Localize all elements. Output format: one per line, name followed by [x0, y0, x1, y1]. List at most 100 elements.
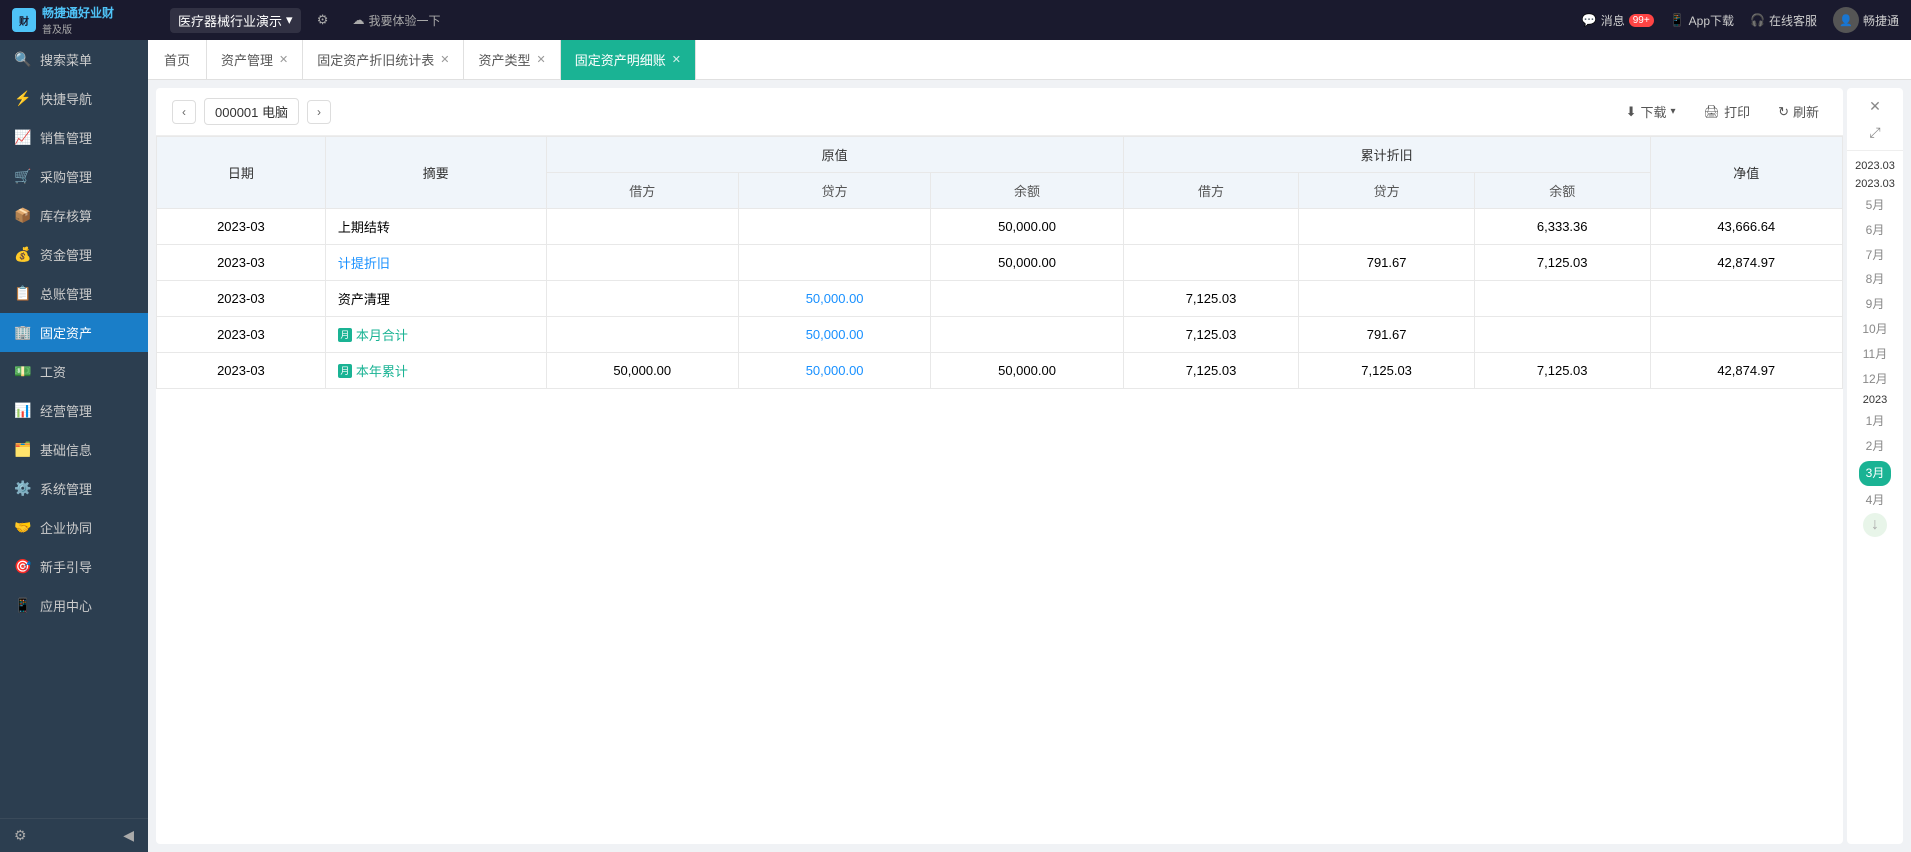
cell-summary: 月本年累计 — [325, 353, 546, 389]
cell-lj-credit: 791.67 — [1299, 317, 1475, 353]
refresh-button[interactable]: ↻ 刷新 — [1770, 98, 1827, 125]
page-content: ‹ 000001 电脑 › ⬇ 下载 ▾ 🖨 打印 — [148, 80, 1911, 852]
sidebar-label-guide: 新手引导 — [40, 557, 92, 576]
sidebar-item-guide[interactable]: 🎯 新手引导 — [0, 547, 148, 586]
table-container: 日期 摘要 原值 累计折旧 净值 借方 贷方 余额 借方 — [156, 136, 1843, 844]
footer-collapse-icon[interactable]: ◀ — [123, 827, 134, 844]
logo: 财 畅捷通好业财 普及版 — [12, 4, 160, 36]
th-accumulated-depreciation: 累计折旧 — [1123, 137, 1650, 173]
timeline-month[interactable]: 10月 — [1862, 317, 1887, 342]
panel-close-button[interactable]: ✕ — [1863, 94, 1887, 118]
timeline-scroll-down[interactable]: ↓ — [1863, 513, 1887, 537]
timeline-month[interactable]: 1月 — [1859, 409, 1891, 434]
toolbar-right: ⬇ 下载 ▾ 🖨 打印 ↻ 刷新 — [1618, 98, 1827, 125]
sidebar-item-finance[interactable]: 💰 资金管理 — [0, 235, 148, 274]
tab-depreciation-stats-label: 固定资产折旧统计表 — [317, 50, 434, 69]
operation-icon: 📊 — [14, 402, 32, 420]
timeline-month[interactable]: 5月 — [1862, 193, 1887, 218]
tab-asset-mgmt-label: 资产管理 — [221, 50, 273, 69]
sidebar-item-inventory[interactable]: 📦 库存核算 — [0, 196, 148, 235]
refresh-label: 刷新 — [1793, 102, 1819, 121]
timeline-month[interactable]: 2月 — [1859, 434, 1891, 459]
sidebar-item-salary[interactable]: 💵 工资 — [0, 352, 148, 391]
sidebar-item-sales[interactable]: 📈 销售管理 — [0, 118, 148, 157]
sidebar-item-ledger[interactable]: 📋 总账管理 — [0, 274, 148, 313]
tab-depreciation-stats-close[interactable]: ✕ — [440, 53, 449, 66]
collab-icon: 🤝 — [14, 519, 32, 537]
th-yz-balance: 余额 — [931, 173, 1123, 209]
user-profile[interactable]: 👤 畅捷通 — [1833, 7, 1899, 33]
company-selector[interactable]: 医疗器械行业演示 ▾ — [170, 8, 301, 33]
quicknav-icon: ⚡ — [14, 90, 32, 108]
download-button[interactable]: ⬇ 下载 ▾ — [1618, 98, 1684, 125]
sidebar-item-apps[interactable]: 📱 应用中心 — [0, 586, 148, 625]
online-service-button[interactable]: 🎧 在线客服 — [1750, 12, 1817, 29]
sidebar-item-system[interactable]: ⚙️ 系统管理 — [0, 469, 148, 508]
cell-yz-debit — [546, 245, 738, 281]
panel-expand-button[interactable]: ⤢ — [1863, 120, 1887, 144]
tab-asset-mgmt-close[interactable]: ✕ — [279, 53, 288, 66]
refresh-icon: ↻ — [1778, 104, 1789, 120]
timeline-month[interactable]: 12月 — [1862, 367, 1887, 392]
cell-lj-credit — [1299, 209, 1475, 245]
tab-home[interactable]: 首页 — [148, 40, 207, 80]
timeline-month[interactable]: 11月 — [1862, 342, 1887, 367]
tab-asset-mgmt[interactable]: 资产管理 ✕ — [207, 40, 303, 80]
experience-label: 我要体验一下 — [369, 12, 441, 29]
sidebar-footer: ⚙ ◀ — [0, 818, 148, 852]
download-icon: 📱 — [1670, 13, 1685, 27]
table-row: 2023-03 计提折旧 50,000.00 791.67 7,125.03 4… — [157, 245, 1843, 281]
online-service-label: 在线客服 — [1769, 12, 1817, 29]
cell-net-value: 43,666.64 — [1650, 209, 1843, 245]
cell-lj-balance: 7,125.03 — [1474, 245, 1650, 281]
tab-asset-type-close[interactable]: ✕ — [537, 53, 546, 66]
sidebar-item-quicknav[interactable]: ⚡ 快捷导航 — [0, 79, 148, 118]
sidebar-item-fixed[interactable]: 🏢 固定资产 — [0, 313, 148, 352]
table-row: 2023-03 月本年累计 50,000.00 50,000.00 50,000… — [157, 353, 1843, 389]
sidebar-item-operation[interactable]: 📊 经营管理 — [0, 391, 148, 430]
sidebar-item-purchase[interactable]: 🛒 采购管理 — [0, 157, 148, 196]
sidebar-label-purchase: 采购管理 — [40, 167, 92, 186]
sidebar-label-inventory: 库存核算 — [40, 206, 92, 225]
print-button[interactable]: 🖨 打印 — [1696, 98, 1759, 125]
content-area: 首页 资产管理 ✕ 固定资产折旧统计表 ✕ 资产类型 ✕ 固定资产明细账 ✕ — [148, 40, 1911, 852]
sidebar-item-basic[interactable]: 🗂️ 基础信息 — [0, 430, 148, 469]
timeline-month[interactable]: 4月 — [1859, 488, 1891, 513]
timeline-month[interactable]: 8月 — [1862, 267, 1887, 292]
footer-settings-icon[interactable]: ⚙ — [14, 827, 27, 844]
cell-yz-debit: 50,000.00 — [546, 353, 738, 389]
tab-asset-detail-close[interactable]: ✕ — [672, 53, 681, 66]
basic-icon: 🗂️ — [14, 441, 32, 459]
timeline-month[interactable]: 7月 — [1862, 243, 1887, 268]
sidebar-label-ledger: 总账管理 — [40, 284, 92, 303]
tab-asset-type[interactable]: 资产类型 ✕ — [464, 40, 560, 80]
cell-lj-balance: 7,125.03 — [1474, 353, 1650, 389]
experience-button[interactable]: ☁ 我要体验一下 — [345, 9, 449, 32]
header-right: 💬 消息 99+ 📱 App下载 🎧 在线客服 👤 畅捷通 — [1582, 7, 1899, 33]
app-download-button[interactable]: 📱 App下载 — [1670, 12, 1734, 29]
cell-yz-credit — [738, 209, 930, 245]
cell-yz-credit: 50,000.00 — [738, 353, 930, 389]
timeline-month[interactable]: 3月 — [1859, 461, 1891, 486]
tab-asset-detail[interactable]: 固定资产明细账 ✕ — [561, 40, 696, 80]
cell-date: 2023-03 — [157, 245, 326, 281]
tab-depreciation-stats[interactable]: 固定资产折旧统计表 ✕ — [303, 40, 464, 80]
purchase-icon: 🛒 — [14, 168, 32, 186]
cell-date: 2023-03 — [157, 209, 326, 245]
settings-icon[interactable]: ⚙ — [309, 6, 337, 34]
apps-icon: 📱 — [14, 597, 32, 615]
timeline-month[interactable]: 6月 — [1862, 218, 1887, 243]
cell-yz-debit — [546, 281, 738, 317]
timeline-month[interactable]: 9月 — [1862, 292, 1887, 317]
next-asset-button[interactable]: › — [307, 100, 331, 124]
header-center: 医疗器械行业演示 ▾ ⚙ ☁ 我要体验一下 — [160, 6, 1582, 34]
cell-yz-balance: 50,000.00 — [931, 353, 1123, 389]
cell-lj-credit: 791.67 — [1299, 245, 1475, 281]
prev-asset-button[interactable]: ‹ — [172, 100, 196, 124]
fixed-icon: 🏢 — [14, 324, 32, 342]
cell-yz-credit: 50,000.00 — [738, 281, 930, 317]
sidebar-item-collab[interactable]: 🤝 企业协同 — [0, 508, 148, 547]
sidebar-item-search[interactable]: 🔍 搜索菜单 — [0, 40, 148, 79]
cell-net-value: 42,874.97 — [1650, 245, 1843, 281]
message-button[interactable]: 💬 消息 99+ — [1582, 12, 1654, 29]
